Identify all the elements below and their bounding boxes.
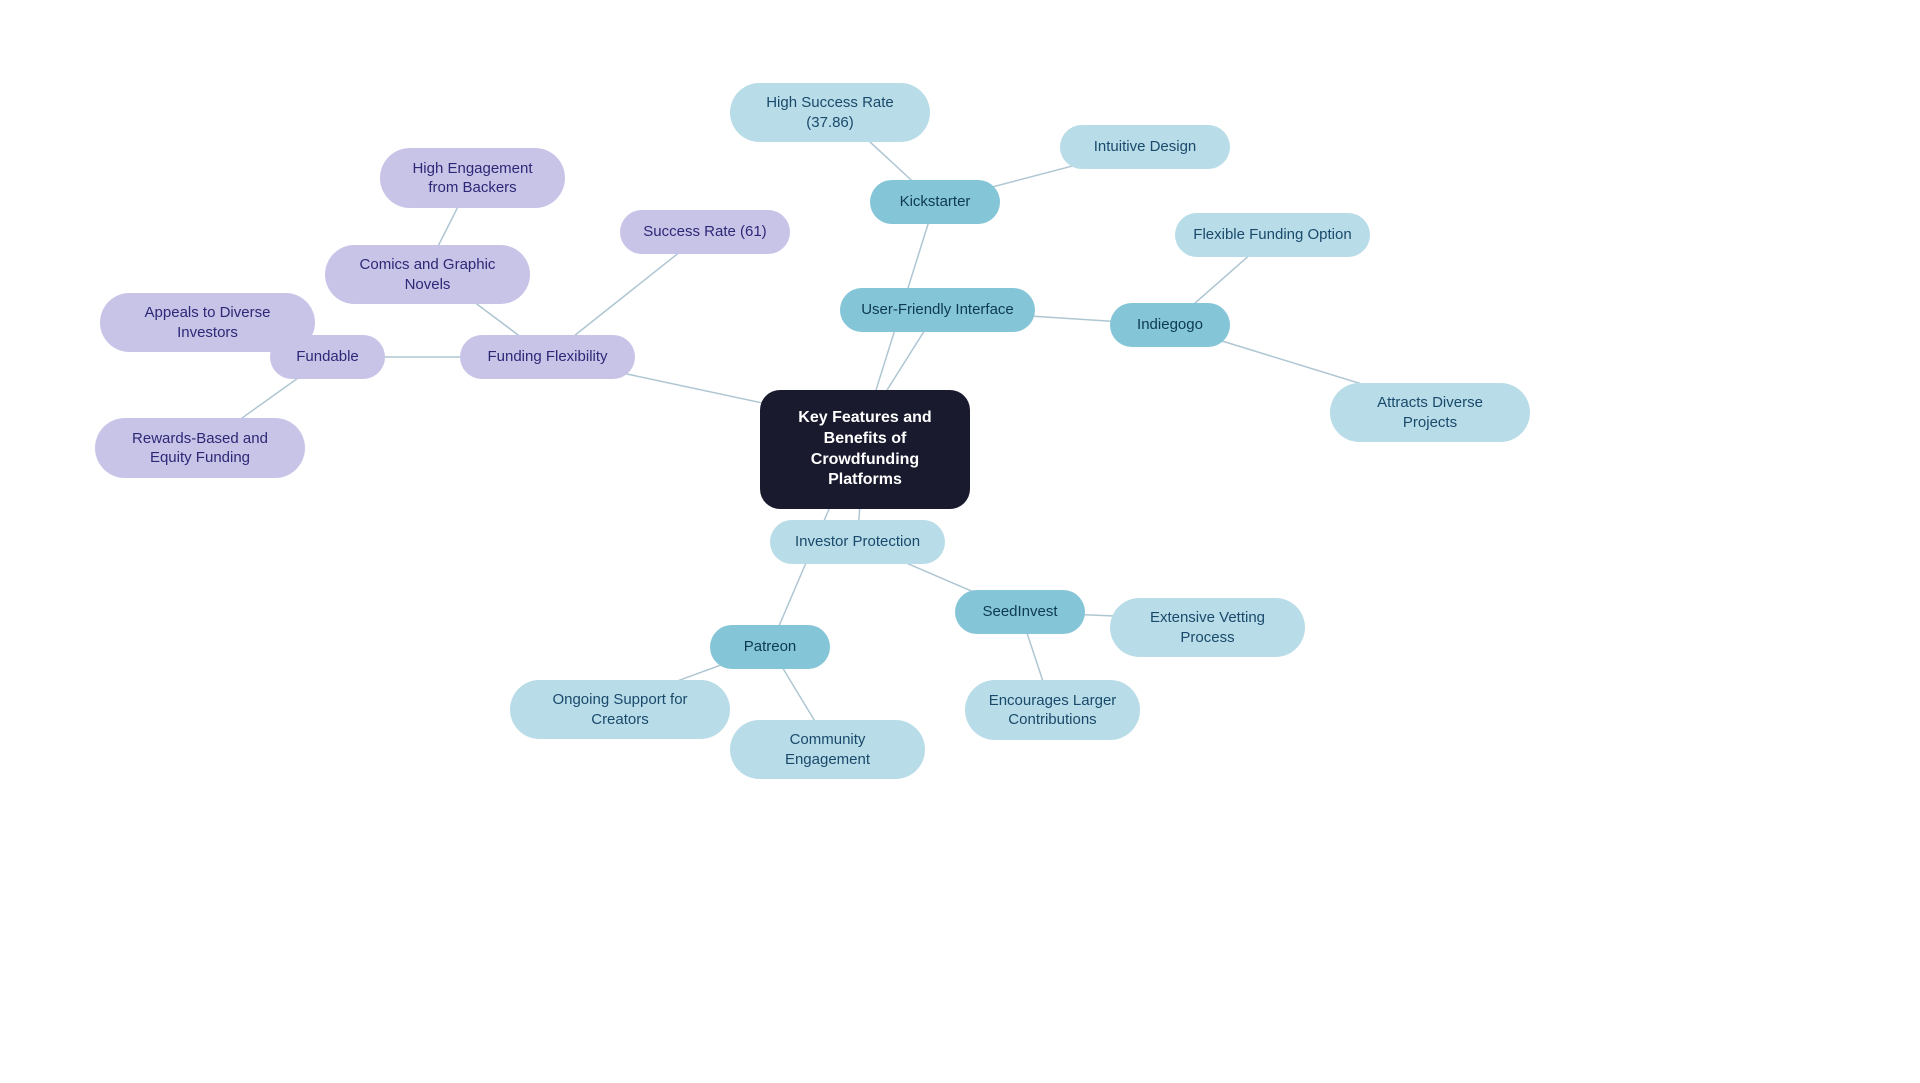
node-patreon: Patreon [710,625,830,669]
node-intuitiveDesign: Intuitive Design [1060,125,1230,169]
node-attractsDiverse: Attracts Diverse Projects [1330,383,1530,442]
node-investorProtection: Investor Protection [770,520,945,564]
node-highSuccessRate: High Success Rate (37.86) [730,83,930,142]
node-center: Key Features and Benefits of Crowdfundin… [760,390,970,509]
node-kickstarter: Kickstarter [870,180,1000,224]
node-userFriendly: User-Friendly Interface [840,288,1035,332]
mind-map-connections [0,0,1920,1083]
node-appealsDiverse: Appeals to Diverse Investors [100,293,315,352]
node-ongoingSupport: Ongoing Support for Creators [510,680,730,739]
node-seedInvest: SeedInvest [955,590,1085,634]
node-highEngagement: High Engagement from Backers [380,148,565,208]
node-comicsGraphic: Comics and Graphic Novels [325,245,530,304]
node-encourages: Encourages Larger Contributions [965,680,1140,740]
node-extensiveVetting: Extensive Vetting Process [1110,598,1305,657]
node-communityEngagement: Community Engagement [730,720,925,779]
node-fundingFlexibility: Funding Flexibility [460,335,635,379]
node-successRate: Success Rate (61) [620,210,790,254]
node-indiegogo: Indiegogo [1110,303,1230,347]
node-flexibleFunding: Flexible Funding Option [1175,213,1370,257]
node-rewardsBased: Rewards-Based and Equity Funding [95,418,305,478]
